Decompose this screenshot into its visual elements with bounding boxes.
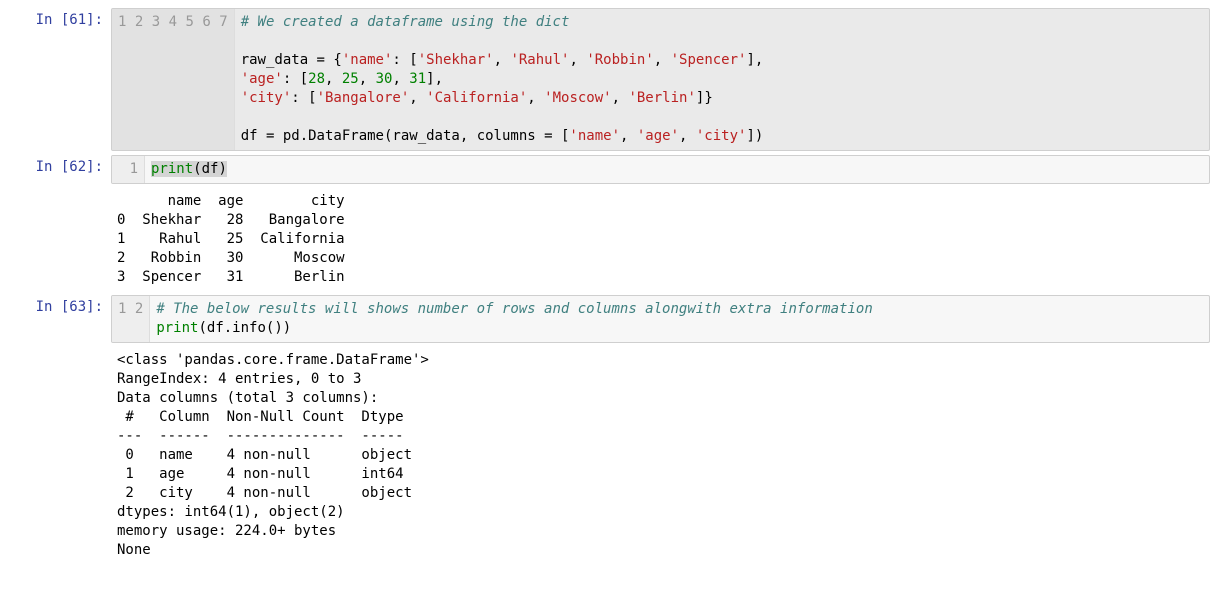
builtin-print: print <box>156 320 198 336</box>
line-gutter: 1 2 3 4 5 6 7 <box>112 9 235 150</box>
output-cell: Out[ ]: <class 'pandas.core.frame.DataFr… <box>8 347 1210 564</box>
code-content[interactable]: # The below results will shows number of… <box>150 296 1209 342</box>
code-editor[interactable]: 1 2 3 4 5 6 7 # We created a dataframe u… <box>111 8 1210 151</box>
input-prompt: In [61]: <box>8 8 111 151</box>
code-content[interactable]: # We created a dataframe using the dict … <box>235 9 1209 150</box>
stdout-output: <class 'pandas.core.frame.DataFrame'> Ra… <box>111 347 1210 564</box>
code-editor[interactable]: 1 2 # The below results will shows numbe… <box>111 295 1210 343</box>
line-gutter: 1 <box>112 156 145 183</box>
input-area[interactable]: 1 print(df) <box>111 155 1210 184</box>
code-cell: In [62]: 1 print(df) <box>8 155 1210 184</box>
input-area[interactable]: 1 2 # The below results will shows numbe… <box>111 295 1210 343</box>
output-prompt: Out[ ]: <box>8 188 111 291</box>
line-gutter: 1 2 <box>112 296 150 342</box>
output-prompt: Out[ ]: <box>8 347 111 564</box>
code-editor[interactable]: 1 print(df) <box>111 155 1210 184</box>
input-prompt: In [63]: <box>8 295 111 343</box>
input-prompt: In [62]: <box>8 155 111 184</box>
output-cell: Out[ ]: name age city 0 Shekhar 28 Banga… <box>8 188 1210 291</box>
comment: # We created a dataframe using the dict <box>241 14 570 30</box>
stdout-output: name age city 0 Shekhar 28 Bangalore 1 R… <box>111 188 1210 291</box>
code-cell: In [63]: 1 2 # The below results will sh… <box>8 295 1210 343</box>
comment: # The below results will shows number of… <box>156 301 872 317</box>
input-area[interactable]: 1 2 3 4 5 6 7 # We created a dataframe u… <box>111 8 1210 151</box>
code-content[interactable]: print(df) <box>145 156 1209 183</box>
code-cell: In [61]: 1 2 3 4 5 6 7 # We created a da… <box>8 8 1210 151</box>
builtin-print: print <box>151 161 193 177</box>
